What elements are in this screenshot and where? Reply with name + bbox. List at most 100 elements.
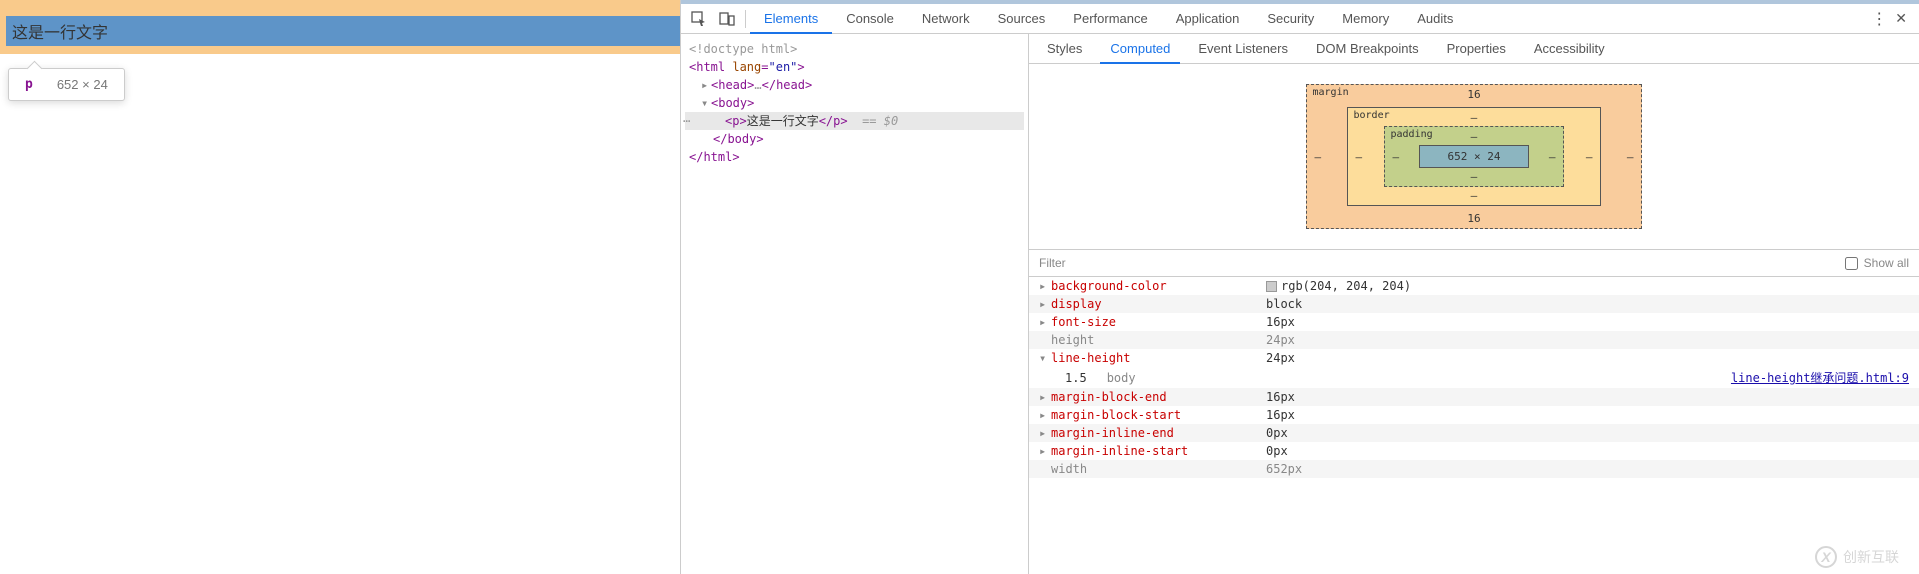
margin-right-val: – — [1627, 150, 1634, 163]
content-dimensions: 652 × 24 — [1419, 145, 1530, 168]
html-close-node[interactable]: </html> — [685, 148, 1024, 166]
prop-row[interactable]: ▸displayblock — [1029, 295, 1919, 313]
show-all-checkbox[interactable] — [1845, 257, 1858, 270]
border-bottom-val: – — [1471, 189, 1478, 202]
tab-elements[interactable]: Elements — [750, 4, 832, 34]
close-devtools-icon[interactable]: ✕ — [1895, 10, 1907, 27]
kebab-menu-icon[interactable]: ⋮ — [1871, 9, 1887, 29]
prop-row[interactable]: height24px — [1029, 331, 1919, 349]
inspect-element-icon[interactable] — [685, 5, 713, 33]
prop-row[interactable]: width652px — [1029, 460, 1919, 478]
margin-bottom-val: 16 — [1467, 212, 1480, 225]
box-model-diagram[interactable]: margin 16 16 – – border – – – – — [1029, 64, 1919, 249]
computed-properties: ▸background-colorrgb(204, 204, 204)▸disp… — [1029, 277, 1919, 478]
tab-security[interactable]: Security — [1253, 4, 1328, 34]
filter-row: Filter Show all — [1029, 249, 1919, 277]
page-body-margin-highlight: 这是一行文字 — [0, 0, 680, 54]
prop-value: 652px — [1266, 462, 1302, 476]
prop-value: 16px — [1266, 390, 1295, 404]
expand-arrow-icon[interactable]: ▸ — [1039, 297, 1051, 311]
tab-performance[interactable]: Performance — [1059, 4, 1161, 34]
prop-name: margin-block-end — [1051, 390, 1266, 404]
rendered-page: 这是一行文字 p 652 × 24 — [0, 0, 680, 574]
color-swatch-icon — [1266, 281, 1277, 292]
border-top-val: – — [1471, 111, 1478, 124]
prop-value: 24px — [1266, 333, 1295, 347]
prop-name: width — [1051, 462, 1266, 476]
padding-left-val: – — [1393, 150, 1400, 163]
prop-value: rgb(204, 204, 204) — [1266, 279, 1411, 293]
body-close-node[interactable]: </body> — [685, 130, 1024, 148]
prop-value: 0px — [1266, 444, 1288, 458]
prop-row[interactable]: ▸background-colorrgb(204, 204, 204) — [1029, 277, 1919, 295]
selected-p-node[interactable]: <p>这是一行文字</p> == $0 — [685, 112, 1024, 130]
border-left-val: – — [1356, 150, 1363, 163]
device-toolbar-icon[interactable] — [713, 5, 741, 33]
styles-tab-computed[interactable]: Computed — [1100, 34, 1180, 64]
inspected-paragraph[interactable]: 这是一行文字 — [6, 16, 680, 46]
prop-value: 24px — [1266, 351, 1295, 365]
prop-name: margin-block-start — [1051, 408, 1266, 422]
prop-row[interactable]: ▸margin-inline-end0px — [1029, 424, 1919, 442]
expand-arrow-icon[interactable]: ▸ — [1039, 426, 1051, 440]
dom-tree[interactable]: <!doctype html> <html lang="en"> ▸<head>… — [681, 34, 1029, 574]
padding-label: padding — [1391, 129, 1433, 140]
expand-arrow-icon[interactable]: ▸ — [1039, 408, 1051, 422]
prop-value: block — [1266, 297, 1302, 311]
styles-tab-properties[interactable]: Properties — [1437, 34, 1516, 63]
prop-row[interactable]: ▸margin-block-end16px — [1029, 388, 1919, 406]
prop-value: 0px — [1266, 426, 1288, 440]
styles-tabbar: Styles Computed Event Listeners DOM Brea… — [1029, 34, 1919, 64]
padding-bottom-val: – — [1471, 170, 1478, 183]
expand-arrow-icon[interactable]: ▸ — [1039, 279, 1051, 293]
tab-application[interactable]: Application — [1162, 4, 1254, 34]
element-tooltip: p 652 × 24 — [8, 68, 125, 101]
prop-name: margin-inline-end — [1051, 426, 1266, 440]
tab-console[interactable]: Console — [832, 4, 908, 34]
devtools-tabbar: Elements Console Network Sources Perform… — [681, 4, 1919, 34]
prop-value: 16px — [1266, 408, 1295, 422]
prop-value: 16px — [1266, 315, 1295, 329]
doctype-node[interactable]: <!doctype html> — [689, 42, 797, 56]
prop-row[interactable]: ▸margin-block-start16px — [1029, 406, 1919, 424]
tab-network[interactable]: Network — [908, 4, 984, 34]
prop-row[interactable]: ▸font-size16px — [1029, 313, 1919, 331]
padding-top-val: – — [1471, 130, 1478, 143]
expand-arrow-icon[interactable]: ▸ — [1039, 315, 1051, 329]
sub-value: 1.5 — [1065, 371, 1087, 385]
tooltip-dimensions: 652 × 24 — [57, 77, 108, 92]
prop-name: height — [1051, 333, 1266, 347]
prop-name: display — [1051, 297, 1266, 311]
sub-source: body — [1107, 371, 1136, 385]
expand-arrow-icon[interactable]: ▸ — [1039, 444, 1051, 458]
styles-tab-accessibility[interactable]: Accessibility — [1524, 34, 1615, 63]
body-open-node[interactable]: ▾<body> — [685, 94, 1024, 112]
watermark-logo-icon: X — [1815, 546, 1837, 568]
head-node[interactable]: ▸<head>…</head> — [685, 76, 1024, 94]
styles-pane: Styles Computed Event Listeners DOM Brea… — [1029, 34, 1919, 574]
prop-name: font-size — [1051, 315, 1266, 329]
margin-label: margin — [1313, 87, 1349, 98]
styles-tab-styles[interactable]: Styles — [1037, 34, 1092, 63]
filter-input[interactable]: Filter — [1039, 256, 1066, 270]
tab-audits[interactable]: Audits — [1403, 4, 1467, 34]
border-label: border — [1354, 110, 1390, 121]
source-link[interactable]: line-height继承问题.html:9 — [1731, 369, 1909, 386]
tab-sources[interactable]: Sources — [984, 4, 1060, 34]
expand-arrow-icon[interactable]: ▸ — [1039, 390, 1051, 404]
margin-left-val: – — [1315, 150, 1322, 163]
expand-arrow-icon[interactable]: ▾ — [1039, 351, 1051, 365]
html-open-node[interactable]: <html lang="en"> — [685, 58, 1024, 76]
styles-tab-event-listeners[interactable]: Event Listeners — [1188, 34, 1298, 63]
show-all-label: Show all — [1864, 256, 1909, 270]
styles-tab-dom-breakpoints[interactable]: DOM Breakpoints — [1306, 34, 1429, 63]
divider — [745, 10, 746, 28]
prop-sub-row[interactable]: 1.5 body line-height继承问题.html:9 — [1029, 367, 1919, 388]
watermark: X 创新互联 — [1815, 546, 1899, 568]
prop-row[interactable]: ▸margin-inline-start0px — [1029, 442, 1919, 460]
prop-row[interactable]: ▾line-height24px — [1029, 349, 1919, 367]
tooltip-tag: p — [25, 77, 33, 92]
tab-memory[interactable]: Memory — [1328, 4, 1403, 34]
border-right-val: – — [1586, 150, 1593, 163]
prop-name: line-height — [1051, 351, 1266, 365]
